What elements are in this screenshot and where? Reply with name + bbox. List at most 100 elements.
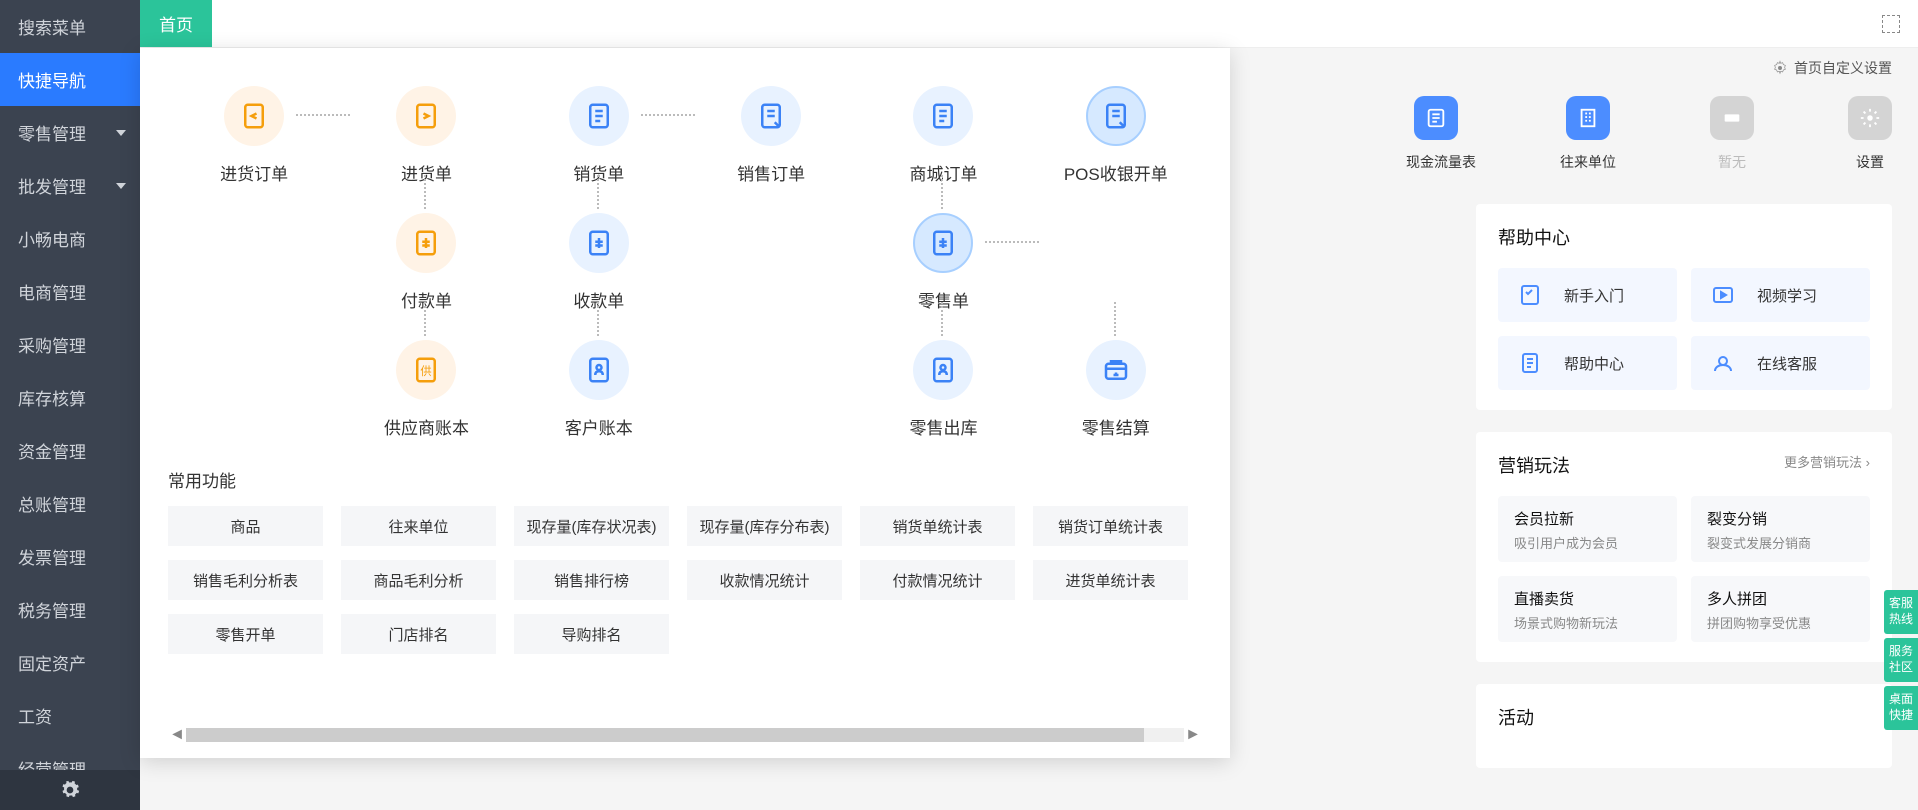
flow-node-pos[interactable]: POS收银开单 — [1030, 86, 1202, 185]
sidebar-item-search[interactable]: 搜索菜单 — [0, 0, 140, 53]
sidebar-item-quicknav[interactable]: 快捷导航 — [0, 53, 140, 106]
flow-node-supplier-ledger[interactable]: 供 供应商账本 — [340, 340, 512, 439]
mkt-card-member[interactable]: 会员拉新吸引用户成为会员 — [1498, 496, 1677, 562]
help-card-newbie[interactable]: 新手入门 — [1498, 268, 1677, 322]
shortcut-strip: 现金流量表 往来单位 暂无 设置 — [1476, 96, 1892, 172]
pos-icon — [1101, 101, 1131, 131]
common-functions-title: 常用功能 — [168, 467, 1202, 492]
list-icon — [584, 101, 614, 131]
fullscreen-icon[interactable] — [1882, 15, 1900, 33]
fn-btn-sales-rank[interactable]: 销售排行榜 — [514, 560, 669, 600]
sidebar: 搜索菜单 快捷导航 零售管理 批发管理 小畅电商 电商管理 采购管理 库存核算 … — [0, 0, 140, 810]
flow-node-retail-out[interactable]: 零售出库 — [857, 340, 1029, 439]
list-icon — [928, 101, 958, 131]
activity-panel: 活动 — [1476, 684, 1892, 768]
fn-btn-purchase-stat[interactable]: 进货单统计表 — [1033, 560, 1188, 600]
sidebar-item-xiaochang[interactable]: 小畅电商 — [0, 212, 140, 265]
fn-btn-payment-stat[interactable]: 付款情况统计 — [860, 560, 1015, 600]
float-desktop[interactable]: 桌面快捷 — [1884, 686, 1918, 730]
fn-btn-product-profit[interactable]: 商品毛利分析 — [341, 560, 496, 600]
flow-node-purchase-bill[interactable]: 进货单 — [340, 86, 512, 185]
gear-icon — [1772, 60, 1788, 76]
sidebar-item-invoice[interactable]: 发票管理 — [0, 530, 140, 583]
sidebar-item-funds[interactable]: 资金管理 — [0, 424, 140, 477]
flow-node-retail-bill[interactable]: 零售单 — [857, 213, 1029, 312]
help-card-center[interactable]: 帮助中心 — [1498, 336, 1677, 390]
flow-node-purchase-order[interactable]: 进货订单 — [168, 86, 340, 185]
money-icon — [411, 228, 441, 258]
fn-btn-stock-dist[interactable]: 现存量(库存分布表) — [687, 506, 842, 546]
sidebar-item-assets[interactable]: 固定资产 — [0, 636, 140, 689]
gear-icon — [60, 780, 80, 800]
float-hotline[interactable]: 客服热线 — [1884, 590, 1918, 634]
svg-text:供: 供 — [421, 364, 432, 378]
flow-node-sales-bill[interactable]: 销货单 — [513, 86, 685, 185]
help-panel: 帮助中心 新手入门 视频学习 帮助中心 在线客服 — [1476, 204, 1892, 410]
sidebar-item-purchase[interactable]: 采购管理 — [0, 318, 140, 371]
help-card-support[interactable]: 在线客服 — [1691, 336, 1870, 390]
flow-node-sales-order[interactable]: 销售订单 — [685, 86, 857, 185]
marketing-more-link[interactable]: 更多营销玩法 › — [1784, 452, 1870, 471]
sidebar-item-retail[interactable]: 零售管理 — [0, 106, 140, 159]
fn-btn-contacts[interactable]: 往来单位 — [341, 506, 496, 546]
fn-btn-product[interactable]: 商品 — [168, 506, 323, 546]
building-icon — [1577, 107, 1599, 129]
sidebar-item-tax[interactable]: 税务管理 — [0, 583, 140, 636]
marketing-panel: 营销玩法更多营销玩法 › 会员拉新吸引用户成为会员 裂变分销裂变式发展分销商 直… — [1476, 432, 1892, 662]
scroll-right-icon[interactable]: ► — [1184, 726, 1202, 744]
flow-node-payment[interactable]: 付款单 — [340, 213, 512, 312]
mkt-card-fission[interactable]: 裂变分销裂变式发展分销商 — [1691, 496, 1870, 562]
mkt-card-group[interactable]: 多人拼团拼团购物享受优惠 — [1691, 576, 1870, 642]
tab-home[interactable]: 首页 — [140, 0, 212, 47]
help-card-video[interactable]: 视频学习 — [1691, 268, 1870, 322]
flyout-scrollbar[interactable]: ◄ ► — [168, 726, 1202, 744]
chevron-down-icon — [116, 183, 126, 189]
supplier-icon: 供 — [411, 355, 441, 385]
fn-btn-guide-rank[interactable]: 导购排名 — [514, 614, 669, 654]
flow-node-receipt[interactable]: 收款单 — [513, 213, 685, 312]
order-out-icon — [411, 101, 441, 131]
fn-btn-retail-bill[interactable]: 零售开单 — [168, 614, 323, 654]
topbar: 首页 — [140, 0, 1918, 48]
video-icon — [1711, 283, 1735, 307]
headset-icon — [1711, 351, 1735, 375]
common-functions-grid: 商品 往来单位 现存量(库存状况表) 现存量(库存分布表) 销货单统计表 销货订… — [168, 506, 1202, 654]
fn-btn-stock-status[interactable]: 现存量(库存状况表) — [514, 506, 669, 546]
fn-btn-receipt-stat[interactable]: 收款情况统计 — [687, 560, 842, 600]
fn-btn-sales-profit[interactable]: 销售毛利分析表 — [168, 560, 323, 600]
flow-node-customer-ledger[interactable]: 客户账本 — [513, 340, 685, 439]
money-icon — [584, 228, 614, 258]
fn-btn-store-rank[interactable]: 门店排名 — [341, 614, 496, 654]
order-in-icon — [239, 101, 269, 131]
scroll-left-icon[interactable]: ◄ — [168, 726, 186, 744]
sidebar-item-salary[interactable]: 工资 — [0, 689, 140, 742]
mkt-card-live[interactable]: 直播卖货场景式购物新玩法 — [1498, 576, 1677, 642]
flow-node-mall-order[interactable]: 商城订单 — [857, 86, 1029, 185]
sidebar-item-inventory[interactable]: 库存核算 — [0, 371, 140, 424]
placeholder-icon — [1721, 107, 1743, 129]
fn-btn-salesorder-stat[interactable]: 销货订单统计表 — [1033, 506, 1188, 546]
shortcut-empty[interactable]: 暂无 — [1710, 96, 1754, 172]
money-icon — [928, 228, 958, 258]
shortcut-settings[interactable]: 设置 — [1848, 96, 1892, 172]
doc-icon — [1518, 351, 1542, 375]
sidebar-item-ecommerce[interactable]: 电商管理 — [0, 265, 140, 318]
shortcut-contacts[interactable]: 往来单位 — [1560, 96, 1616, 172]
report-icon — [1425, 107, 1447, 129]
settle-icon — [1101, 355, 1131, 385]
chevron-down-icon — [116, 130, 126, 136]
sidebar-settings[interactable] — [0, 770, 140, 810]
flow-node-retail-settle[interactable]: 零售结算 — [1030, 340, 1202, 439]
gear-icon — [1859, 107, 1881, 129]
float-buttons: 客服热线 服务社区 桌面快捷 — [1884, 590, 1918, 734]
sidebar-item-wholesale[interactable]: 批发管理 — [0, 159, 140, 212]
outbound-icon — [928, 355, 958, 385]
checklist-icon — [1518, 283, 1542, 307]
shortcut-cashflow[interactable]: 现金流量表 — [1406, 96, 1466, 172]
sidebar-item-ledger[interactable]: 总账管理 — [0, 477, 140, 530]
fn-btn-sales-stat[interactable]: 销货单统计表 — [860, 506, 1015, 546]
help-title: 帮助中心 — [1498, 224, 1870, 250]
custom-setting-link[interactable]: 首页自定义设置 — [1476, 48, 1892, 96]
quicknav-flyout: 进货订单 进货单 销货单 销售订单 商城订单 POS收银开单 — [140, 48, 1230, 758]
float-community[interactable]: 服务社区 — [1884, 638, 1918, 682]
